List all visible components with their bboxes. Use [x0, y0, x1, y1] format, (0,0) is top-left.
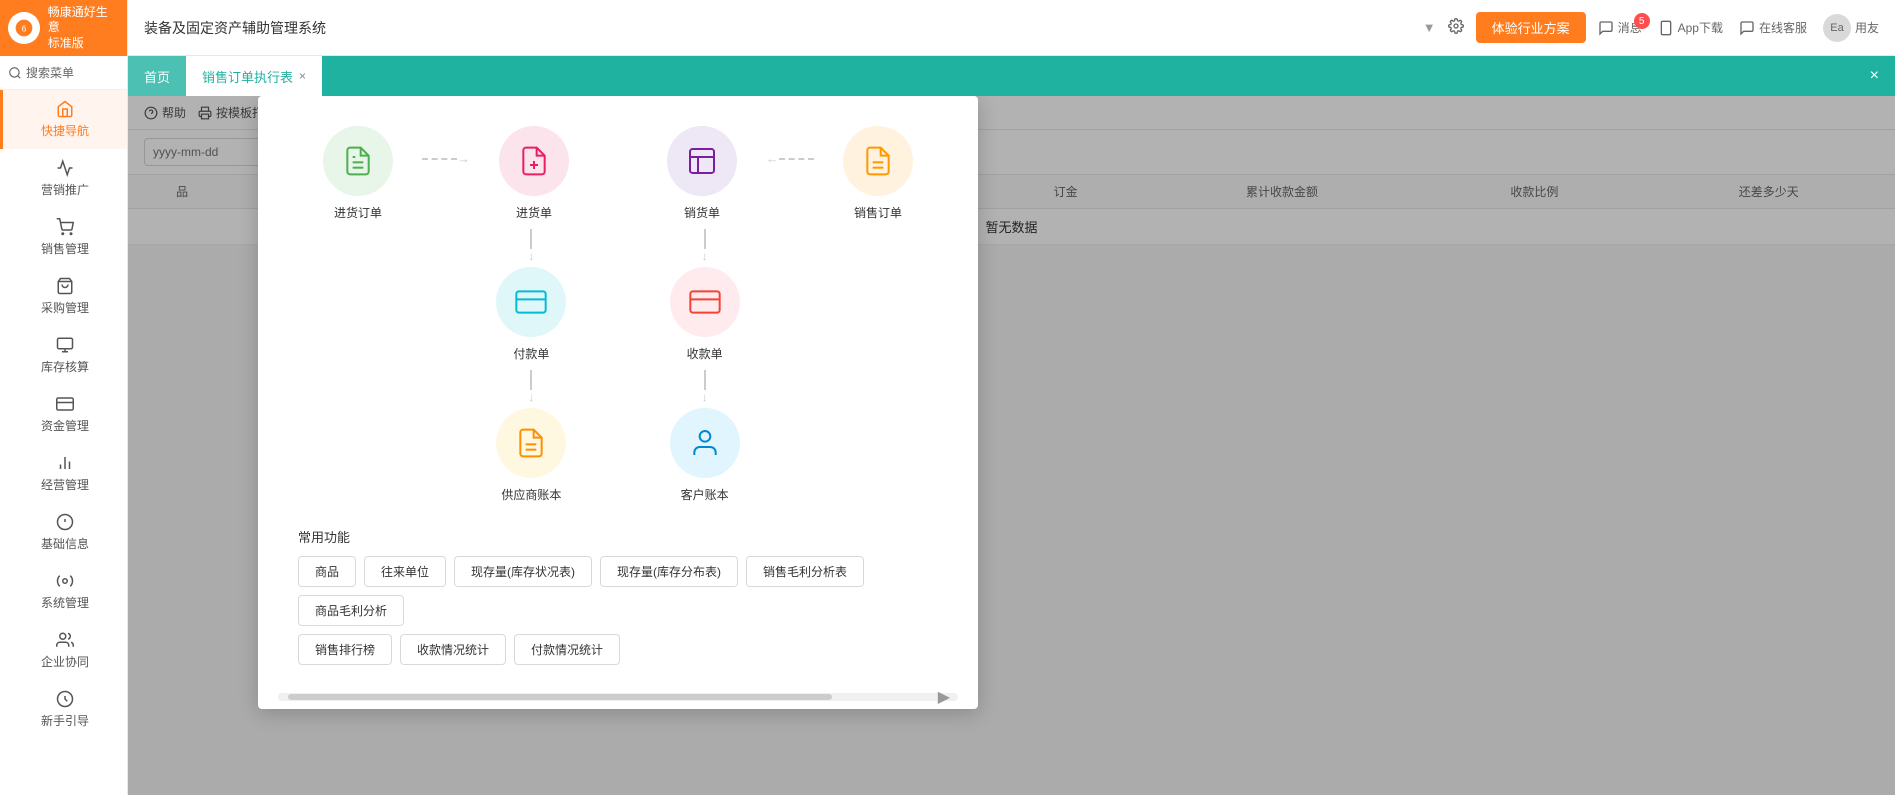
sidebar-item-label: 企业协同 [41, 653, 89, 670]
flow-item-sales-order[interactable]: 销售订单 [818, 126, 938, 221]
sidebar-item-enterprise[interactable]: 企业协同 [0, 621, 127, 680]
sidebar-item-system[interactable]: 系统管理 [0, 562, 127, 621]
sidebar-item-label: 经营管理 [41, 476, 89, 493]
common-btn-stock-dist[interactable]: 现存量(库存分布表) [600, 556, 738, 587]
sidebar-search-label: 搜索菜单 [26, 64, 74, 81]
sidebar-item-label: 采购管理 [41, 299, 89, 316]
sidebar-item-guide[interactable]: 新手引导 [0, 680, 127, 739]
page-content: 帮助 按模板打印 ▼ 导出 ▼ 刷新 [128, 96, 1895, 795]
modal-scrollbar[interactable]: ▶ [278, 693, 958, 701]
system-title: 装备及固定资产辅助管理系统 [144, 18, 1411, 38]
topbar-actions: 消息 5 App下载 在线客服 Ea 用友 [1598, 14, 1879, 42]
sidebar-item-sales[interactable]: 销售管理 [0, 208, 127, 267]
common-btn-goods[interactable]: 商品 [298, 556, 356, 587]
tabbar-close-all-btn[interactable]: × [1854, 56, 1895, 96]
sidebar-item-basic-info[interactable]: 基础信息 [0, 503, 127, 562]
user-avatar[interactable]: Ea 用友 [1823, 14, 1879, 42]
app-download-btn[interactable]: App下载 [1658, 19, 1723, 36]
flow-circle-supplier-account [496, 408, 566, 478]
sidebar-item-inventory[interactable]: 库存核算 [0, 326, 127, 385]
sidebar-search[interactable]: 搜索菜单 [0, 56, 127, 90]
flow-circle-payment-bill [496, 267, 566, 337]
common-btn-sales-rank[interactable]: 销售排行榜 [298, 634, 392, 665]
flow-label-sales-bill: 销货单 [684, 204, 720, 221]
sidebar-nav: 快捷导航 营销推广 销售管理 采购管理 库存核算 资金管理 [0, 90, 127, 795]
sidebar-item-label: 销售管理 [41, 240, 89, 257]
flow-label-customer-account: 客户账本 [681, 486, 729, 503]
common-functions-title: 常用功能 [298, 527, 938, 546]
tab-close-icon[interactable]: × [299, 69, 306, 83]
main-content: 装备及固定资产辅助管理系统 ▼ 体验行业方案 消息 5 App下载 在线客服 [128, 0, 1895, 795]
sidebar-item-quick-nav[interactable]: 快捷导航 [0, 90, 127, 149]
gear-icon[interactable] [1448, 18, 1464, 37]
modal-scrollbar-thumb [288, 694, 832, 700]
dropdown-arrow[interactable]: ▼ [1423, 20, 1436, 35]
message-btn[interactable]: 消息 5 [1598, 19, 1642, 36]
common-btn-goods-profit[interactable]: 商品毛利分析 [298, 595, 404, 626]
scroll-right-btn[interactable]: ▶ [938, 687, 958, 707]
topbar: 装备及固定资产辅助管理系统 ▼ 体验行业方案 消息 5 App下载 在线客服 [128, 0, 1895, 56]
sidebar-item-label: 系统管理 [41, 594, 89, 611]
flow-item-supplier-account[interactable]: 供应商账本 [471, 408, 591, 503]
common-functions-buttons: 商品 往来单位 现存量(库存状况表) 现存量(库存分布表) 销售毛利分析表 商品… [298, 556, 938, 626]
tab-home[interactable]: 首页 [128, 56, 186, 96]
common-functions-buttons-row2: 销售排行榜 收款情况统计 付款情况统计 [298, 634, 938, 665]
flow-label-purchase-bill: 进货单 [516, 204, 552, 221]
flow-label-receipt-bill: 收款单 [687, 345, 723, 362]
sidebar-item-purchase[interactable]: 采购管理 [0, 267, 127, 326]
flow-item-purchase-order[interactable]: 进货订单 [298, 126, 418, 221]
flow-item-payment-bill[interactable]: 付款单 [471, 267, 591, 362]
tab-sales-order-label: 销售订单执行表 [202, 67, 293, 86]
online-service-label: 在线客服 [1759, 19, 1807, 36]
common-btn-payment-stat[interactable]: 付款情况统计 [514, 634, 620, 665]
modal: 进货订单 → [258, 96, 978, 709]
common-btn-receipt-stat[interactable]: 收款情况统计 [400, 634, 506, 665]
common-btn-stock-status[interactable]: 现存量(库存状况表) [454, 556, 592, 587]
sidebar-item-label: 基础信息 [41, 535, 89, 552]
sidebar: 6 畅康通好生意 标准版 搜索菜单 快捷导航 营销推广 销售管理 [0, 0, 128, 795]
app-download-label: App下载 [1678, 19, 1723, 36]
flow-circle-sales-bill [667, 126, 737, 196]
flow-label-purchase-order: 进货订单 [334, 204, 382, 221]
flow-circle-purchase-bill [499, 126, 569, 196]
flow-circle-customer-account [670, 408, 740, 478]
user-name: 用友 [1855, 19, 1879, 36]
online-service-btn[interactable]: 在线客服 [1739, 19, 1807, 36]
flow-item-sales-bill[interactable]: 销货单 [642, 126, 762, 221]
common-functions-section: 常用功能 商品 往来单位 现存量(库存状况表) 现存量(库存分布表) 销售毛利分… [258, 527, 978, 685]
modal-overlay[interactable]: 进货订单 → [128, 96, 1895, 795]
logo-icon: 6 [8, 12, 40, 44]
flow-circle-receipt-bill [670, 267, 740, 337]
flow-section: 进货订单 → [258, 96, 978, 527]
sidebar-item-operations[interactable]: 经营管理 [0, 444, 127, 503]
logo-text: 畅康通好生意 标准版 [48, 5, 119, 52]
flow-label-sales-order: 销售订单 [854, 204, 902, 221]
sidebar-item-label: 库存核算 [41, 358, 89, 375]
tabbar: 首页 销售订单执行表 × × [128, 56, 1895, 96]
avatar: Ea [1823, 14, 1851, 42]
flow-circle-purchase-order [323, 126, 393, 196]
try-btn[interactable]: 体验行业方案 [1476, 12, 1586, 43]
flow-label-supplier-account: 供应商账本 [501, 486, 561, 503]
message-badge: 5 [1634, 13, 1650, 29]
sidebar-item-label: 资金管理 [41, 417, 89, 434]
sidebar-item-label: 营销推广 [41, 181, 89, 198]
flow-item-customer-account[interactable]: 客户账本 [645, 408, 765, 503]
sidebar-item-marketing[interactable]: 营销推广 [0, 149, 127, 208]
flow-circle-sales-order [843, 126, 913, 196]
sidebar-item-finance[interactable]: 资金管理 [0, 385, 127, 444]
sidebar-item-label: 快捷导航 [41, 122, 89, 139]
flow-label-payment-bill: 付款单 [513, 345, 549, 362]
tab-home-label: 首页 [144, 67, 170, 86]
flow-item-purchase-bill[interactable]: 进货单 [474, 126, 594, 221]
common-btn-sales-profit[interactable]: 销售毛利分析表 [746, 556, 864, 587]
sidebar-logo: 6 畅康通好生意 标准版 [0, 0, 127, 56]
svg-text:6: 6 [22, 23, 27, 33]
sidebar-item-label: 新手引导 [41, 712, 89, 729]
tab-sales-order-exec[interactable]: 销售订单执行表 × [186, 56, 322, 96]
common-btn-partner[interactable]: 往来单位 [364, 556, 446, 587]
flow-item-receipt-bill[interactable]: 收款单 [645, 267, 765, 362]
